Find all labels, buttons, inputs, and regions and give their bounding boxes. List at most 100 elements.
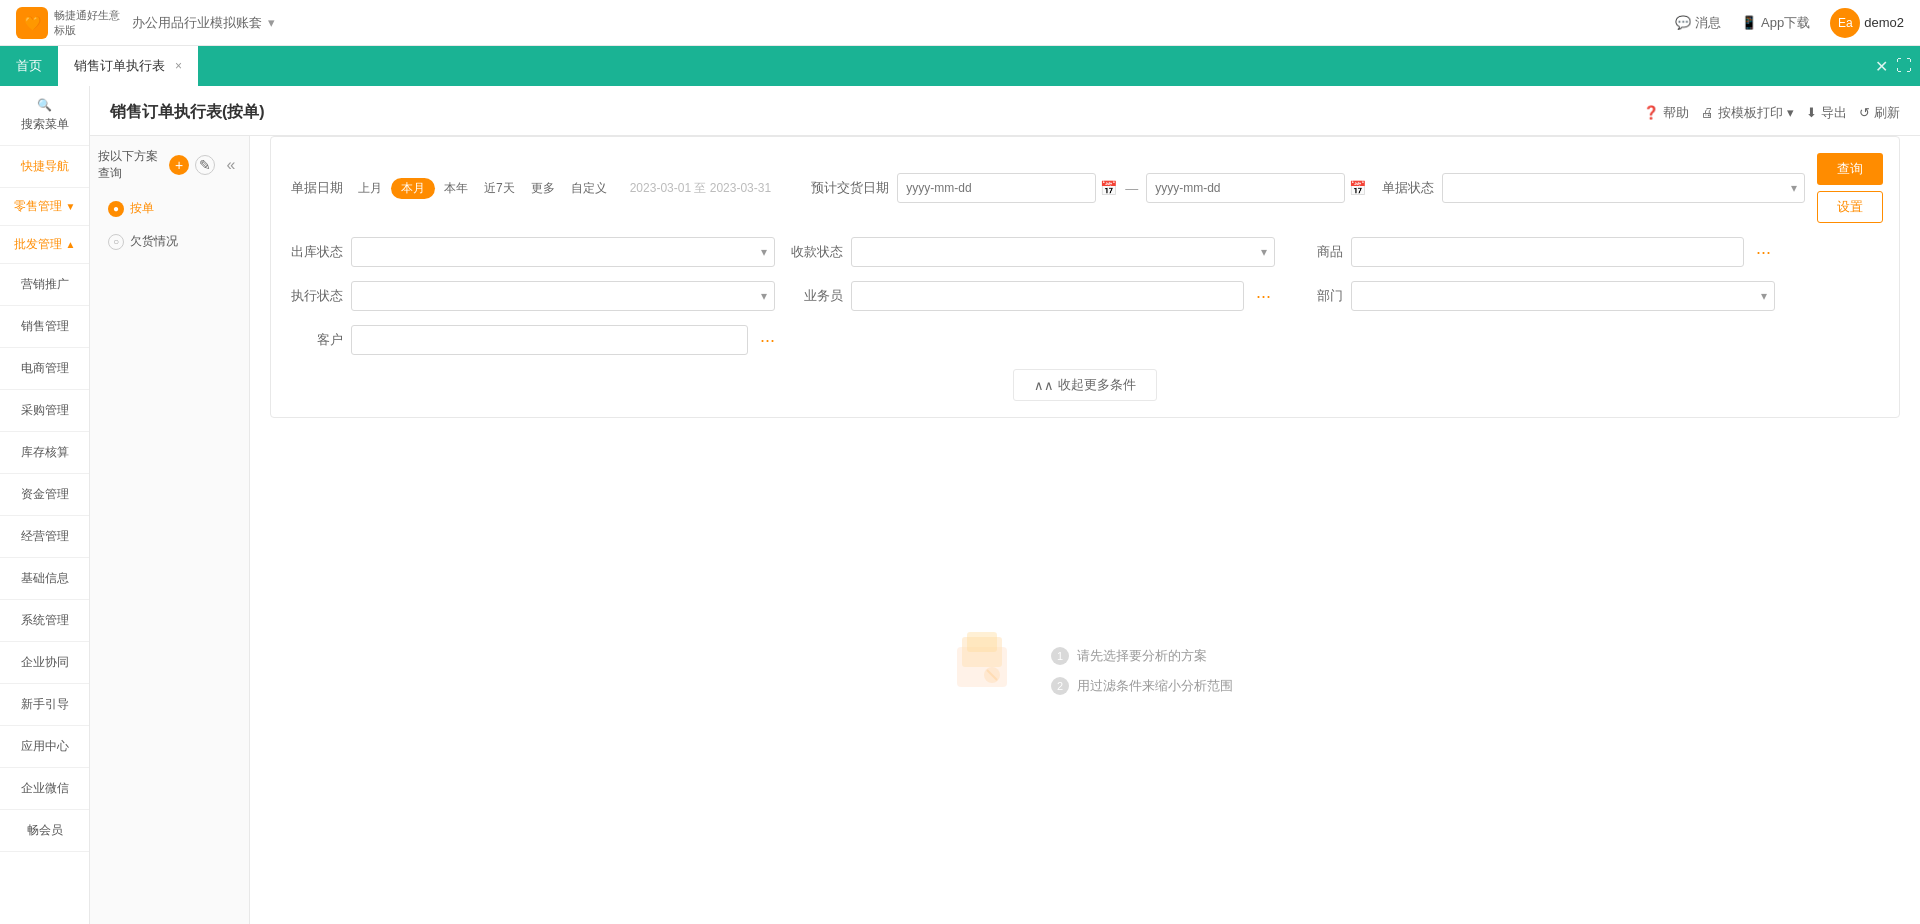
dept-label: 部门 — [1287, 287, 1343, 305]
logo-icon: 🧡 — [16, 7, 48, 39]
sidebar-item-retail[interactable]: 零售管理 ▼ — [0, 188, 89, 226]
exec-status-select[interactable] — [351, 281, 775, 311]
quick-nav-label: 快捷导航 — [21, 158, 69, 175]
date-btn-last-month[interactable]: 上月 — [351, 178, 389, 199]
out-status-label: 出库状态 — [287, 243, 343, 261]
scheme-active-icon: ● — [108, 201, 124, 217]
status-select[interactable] — [1442, 173, 1805, 203]
sidebar-quick-nav[interactable]: 快捷导航 — [0, 146, 89, 188]
collect-status-label: 收款状态 — [787, 243, 843, 261]
export-icon: ⬇ — [1806, 105, 1817, 120]
sidebar-item-wholesale[interactable]: 批发管理 ▲ — [0, 226, 89, 264]
date-btn-7days[interactable]: 近7天 — [477, 178, 522, 199]
customer-input[interactable] — [351, 325, 748, 355]
scheme-add-btn[interactable]: + — [169, 155, 189, 175]
customer-label: 客户 — [287, 331, 343, 349]
calendar-from-icon[interactable]: 📅 — [1100, 180, 1117, 196]
date-label: 单据日期 — [287, 179, 343, 197]
avatar: Ea — [1830, 8, 1860, 38]
chevron-up-icon: ▲ — [66, 239, 76, 250]
out-status-select[interactable] — [351, 237, 775, 267]
user-profile[interactable]: Ea demo2 — [1830, 8, 1904, 38]
message-action[interactable]: 💬 消息 — [1675, 14, 1721, 32]
out-status-select-wrapper — [351, 237, 775, 267]
exec-status-label: 执行状态 — [287, 287, 343, 305]
date-btn-this-month[interactable]: 本月 — [391, 178, 435, 199]
status-select-wrapper — [1442, 173, 1805, 203]
help-icon: ❓ — [1643, 105, 1659, 120]
sidebar-item-marketing[interactable]: 营销推广 — [0, 264, 89, 306]
refresh-icon: ↺ — [1859, 105, 1870, 120]
refresh-btn[interactable]: ↺ 刷新 — [1859, 104, 1900, 122]
empty-hint-num-1: 1 — [1051, 647, 1069, 665]
dept-select-wrapper — [1351, 281, 1775, 311]
goods-dots-icon[interactable]: ··· — [1752, 243, 1775, 261]
sidebar-item-business[interactable]: 经营管理 — [0, 516, 89, 558]
sidebar-item-basics[interactable]: 基础信息 — [0, 558, 89, 600]
collect-status-select[interactable] — [851, 237, 1275, 267]
sidebar-search[interactable]: 🔍 搜索菜单 — [0, 86, 89, 146]
print-btn[interactable]: 🖨 按模板打印 ▾ — [1701, 104, 1794, 122]
empty-state-icon — [937, 617, 1027, 726]
sidebar-item-sales[interactable]: 销售管理 — [0, 306, 89, 348]
customer-dots-icon[interactable]: ··· — [756, 331, 779, 349]
sidebar-item-inventory[interactable]: 库存核算 — [0, 432, 89, 474]
salesperson-label: 业务员 — [787, 287, 843, 305]
scheme-panel: 按以下方案查询 + ✎ « ● 按单 ○ 欠货情况 — [90, 136, 250, 924]
tab-close-icon[interactable]: × — [175, 59, 182, 73]
scheme-inactive-icon: ○ — [108, 234, 124, 250]
breadcrumb: 办公用品行业模拟账套 ▾ — [132, 14, 275, 32]
goods-label: 商品 — [1287, 243, 1343, 261]
scheme-edit-btn[interactable]: ✎ — [195, 155, 215, 175]
dept-select[interactable] — [1351, 281, 1775, 311]
scheme-item-按单[interactable]: ● 按单 — [98, 192, 241, 225]
expected-date-label: 预计交货日期 — [811, 179, 889, 197]
tab-home[interactable]: 首页 — [0, 46, 58, 86]
sidebar-item-app-center[interactable]: 应用中心 — [0, 726, 89, 768]
breadcrumb-dropdown-icon[interactable]: ▾ — [268, 15, 275, 30]
export-btn[interactable]: ⬇ 导出 — [1806, 104, 1847, 122]
scheme-item-欠货情况[interactable]: ○ 欠货情况 — [98, 225, 241, 258]
status-label: 单据状态 — [1378, 179, 1434, 197]
date-from-wrapper: 📅 — [897, 173, 1117, 203]
sidebar-item-member[interactable]: 畅会员 — [0, 810, 89, 852]
date-from-input[interactable] — [897, 173, 1096, 203]
sidebar-item-system[interactable]: 系统管理 — [0, 600, 89, 642]
date-btn-this-year[interactable]: 本年 — [437, 178, 475, 199]
tab-active[interactable]: 销售订单执行表 × — [58, 46, 198, 86]
scheme-collapse-btn[interactable]: « — [221, 155, 241, 175]
date-to-wrapper: 📅 — [1146, 173, 1366, 203]
date-range-hint: 2023-03-01 至 2023-03-31 — [630, 180, 771, 197]
query-button[interactable]: 查询 — [1817, 153, 1883, 185]
date-separator: — — [1125, 181, 1138, 196]
sidebar-item-purchase[interactable]: 采购管理 — [0, 390, 89, 432]
collapse-filter-btn[interactable]: ∧∧ 收起更多条件 — [1013, 369, 1157, 401]
salesperson-dots-icon[interactable]: ··· — [1252, 287, 1275, 305]
salesperson-input[interactable] — [851, 281, 1244, 311]
scheme-panel-title: 按以下方案查询 — [98, 148, 169, 182]
app-download-action[interactable]: 📱 App下载 — [1741, 14, 1810, 32]
chevron-down-icon: ▼ — [66, 201, 76, 212]
page-title: 销售订单执行表(按单) — [110, 102, 265, 123]
empty-hint-num-2: 2 — [1051, 677, 1069, 695]
empty-state-text: 1 请先选择要分析的方案 2 用过滤条件来缩小分析范围 — [1051, 647, 1233, 695]
phone-icon: 📱 — [1741, 15, 1757, 30]
logo-text: 畅捷通好生意 标版 — [54, 8, 120, 37]
date-to-input[interactable] — [1146, 173, 1345, 203]
settings-button[interactable]: 设置 — [1817, 191, 1883, 223]
print-icon: 🖨 — [1701, 105, 1714, 120]
calendar-to-icon[interactable]: 📅 — [1349, 180, 1366, 196]
sidebar-item-corp-wechat[interactable]: 企业微信 — [0, 768, 89, 810]
sidebar-item-corp-collab[interactable]: 企业协同 — [0, 642, 89, 684]
sidebar-item-new-guide[interactable]: 新手引导 — [0, 684, 89, 726]
date-btn-more[interactable]: 更多 — [524, 178, 562, 199]
tab-close-window-icon[interactable]: ✕ — [1875, 57, 1888, 76]
help-btn[interactable]: ❓ 帮助 — [1643, 104, 1689, 122]
tab-expand-icon[interactable]: ⛶ — [1896, 57, 1912, 75]
exec-status-select-wrapper — [351, 281, 775, 311]
collapse-icon: ∧∧ — [1034, 378, 1054, 393]
sidebar-item-finance[interactable]: 资金管理 — [0, 474, 89, 516]
sidebar-item-ecommerce[interactable]: 电商管理 — [0, 348, 89, 390]
goods-input[interactable] — [1351, 237, 1744, 267]
date-btn-custom[interactable]: 自定义 — [564, 178, 614, 199]
